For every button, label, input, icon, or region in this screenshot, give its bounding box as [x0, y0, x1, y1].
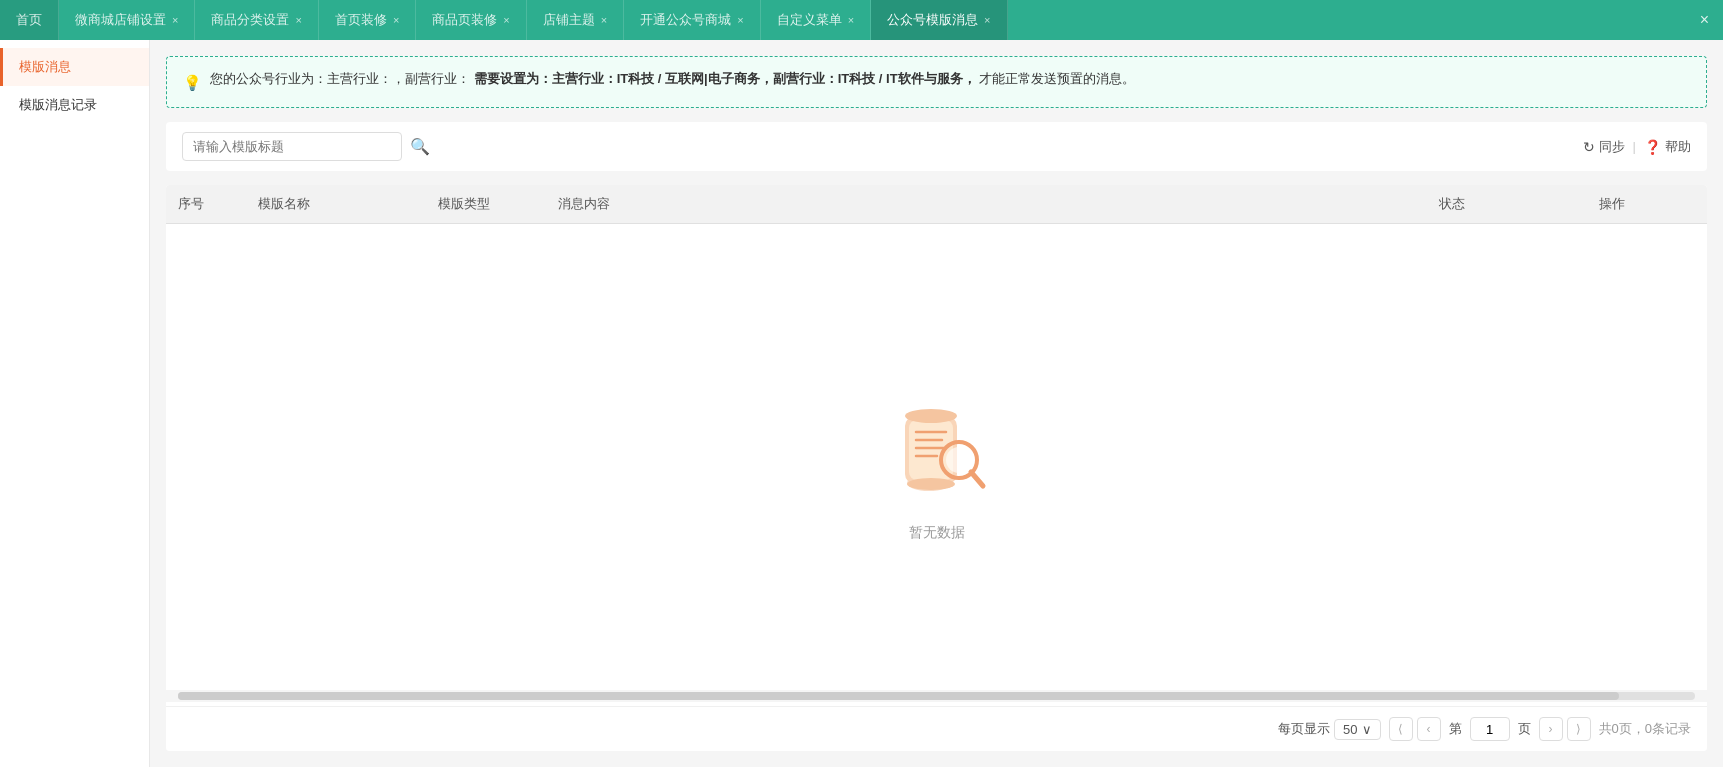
page-label: 第	[1445, 720, 1466, 738]
page-size-label: 每页显示	[1278, 720, 1330, 738]
notice-icon: 💡	[183, 71, 202, 95]
tab-close-icon[interactable]: ×	[984, 15, 990, 26]
svg-line-11	[971, 472, 983, 486]
tab-close-icon[interactable]: ×	[737, 15, 743, 26]
tab-close-icon[interactable]: ×	[393, 15, 399, 26]
prev-page-button[interactable]: ‹	[1417, 717, 1441, 741]
tab-product-decor[interactable]: 商品页装修 ×	[416, 0, 526, 40]
sync-button[interactable]: ↻ 同步	[1583, 138, 1625, 156]
tab-close-icon[interactable]: ×	[295, 15, 301, 26]
search-input[interactable]	[182, 132, 402, 161]
empty-state: 暂无数据	[166, 224, 1707, 686]
chevron-down-icon: ∨	[1362, 722, 1372, 737]
table-header: 序号模版名称模版类型消息内容状态操作	[166, 185, 1707, 224]
search-bar: 🔍 ↻ 同步 | ❓ 帮助	[166, 122, 1707, 171]
sync-icon: ↻	[1583, 139, 1595, 155]
sync-label: 同步	[1599, 138, 1625, 156]
search-bar-right: ↻ 同步 | ❓ 帮助	[1583, 138, 1691, 156]
svg-point-8	[907, 478, 955, 490]
data-table: 序号模版名称模版类型消息内容状态操作	[166, 185, 1707, 751]
sidebar-item-template-msg[interactable]: 模版消息	[0, 48, 149, 86]
help-label: 帮助	[1665, 138, 1691, 156]
tab-wshop-setting[interactable]: 微商城店铺设置 ×	[59, 0, 195, 40]
page-size-dropdown[interactable]: 50 ∨	[1334, 719, 1380, 740]
scrollbar-track	[178, 692, 1695, 700]
tab-custom-menu[interactable]: 自定义菜单 ×	[761, 0, 871, 40]
total-info: 共0页，0条记录	[1599, 720, 1691, 738]
first-page-button[interactable]: ⟨	[1389, 717, 1413, 741]
help-icon: ❓	[1644, 139, 1661, 155]
tab-label: 商品页装修	[432, 11, 497, 29]
tab-label: 微商城店铺设置	[75, 11, 166, 29]
page-unit: 页	[1514, 720, 1535, 738]
tab-close-icon[interactable]: ×	[848, 15, 854, 26]
tab-product-category[interactable]: 商品分类设置 ×	[195, 0, 318, 40]
empty-text: 暂无数据	[909, 524, 965, 542]
horizontal-scrollbar[interactable]	[166, 690, 1707, 702]
scrollbar-thumb[interactable]	[178, 692, 1619, 700]
svg-point-7	[905, 409, 957, 423]
notice-box: 💡 您的公众号行业为：主营行业：，副营行业： 需要设置为：主营行业：IT科技 /…	[166, 56, 1707, 108]
next-page-button[interactable]: ›	[1539, 717, 1563, 741]
tab-label: 公众号模版消息	[887, 11, 978, 29]
tab-close-icon[interactable]: ×	[172, 15, 178, 26]
content-area: 💡 您的公众号行业为：主营行业：，副营行业： 需要设置为：主营行业：IT科技 /…	[150, 40, 1723, 767]
tab-close-icon[interactable]: ×	[601, 15, 607, 26]
last-page-button[interactable]: ⟩	[1567, 717, 1591, 741]
tab-label: 首页装修	[335, 11, 387, 29]
search-icon[interactable]: 🔍	[410, 137, 430, 156]
page-size-selector: 每页显示 50 ∨	[1278, 719, 1380, 740]
tab-template-msg[interactable]: 公众号模版消息 ×	[871, 0, 1007, 40]
tab-open-mall[interactable]: 开通公众号商城 ×	[624, 0, 760, 40]
tab-label: 商品分类设置	[211, 11, 289, 29]
help-button[interactable]: ❓ 帮助	[1644, 138, 1691, 156]
table-header-content: 消息内容	[546, 185, 1427, 223]
page-size-value: 50	[1343, 722, 1357, 737]
empty-icon	[877, 388, 997, 508]
table-header-name: 模版名称	[246, 185, 426, 223]
search-bar-left: 🔍	[182, 132, 430, 161]
notice-text: 您的公众号行业为：主营行业：，副营行业： 需要设置为：主营行业：IT科技 / 互…	[210, 69, 1135, 90]
svg-point-10	[946, 447, 972, 473]
tab-label: 开通公众号商城	[640, 11, 731, 29]
tab-label: 首页	[16, 11, 42, 29]
pagination: 每页显示 50 ∨ ⟨ ‹ 第 页 › ⟩ 共0页，0条记录	[166, 706, 1707, 751]
tab-close-icon[interactable]: ×	[503, 15, 509, 26]
divider: |	[1633, 139, 1636, 154]
table-header-status: 状态	[1427, 185, 1587, 223]
tab-home-decor[interactable]: 首页装修 ×	[319, 0, 416, 40]
tab-home[interactable]: 首页	[0, 0, 59, 40]
current-page-input[interactable]	[1470, 717, 1510, 741]
sidebar: 模版消息模版消息记录	[0, 40, 150, 767]
top-nav-bar: 首页微商城店铺设置×商品分类设置×首页装修×商品页装修×店铺主题×开通公众号商城…	[0, 0, 1723, 40]
main-layout: 模版消息模版消息记录 💡 您的公众号行业为：主营行业：，副营行业： 需要设置为：…	[0, 40, 1723, 767]
tab-label: 店铺主题	[543, 11, 595, 29]
tab-label: 自定义菜单	[777, 11, 842, 29]
tab-shop-theme[interactable]: 店铺主题 ×	[527, 0, 624, 40]
table-header-action: 操作	[1587, 185, 1707, 223]
notice-highlight: 需要设置为：主营行业：IT科技 / 互联网|电子商务，副营行业：IT科技 / I…	[474, 71, 976, 86]
page-navigation: ⟨ ‹ 第 页 › ⟩	[1389, 717, 1591, 741]
close-all-button[interactable]: ×	[1686, 0, 1723, 40]
table-header-type: 模版类型	[426, 185, 546, 223]
sidebar-item-template-msg-log[interactable]: 模版消息记录	[0, 86, 149, 124]
table-header-index: 序号	[166, 185, 246, 223]
